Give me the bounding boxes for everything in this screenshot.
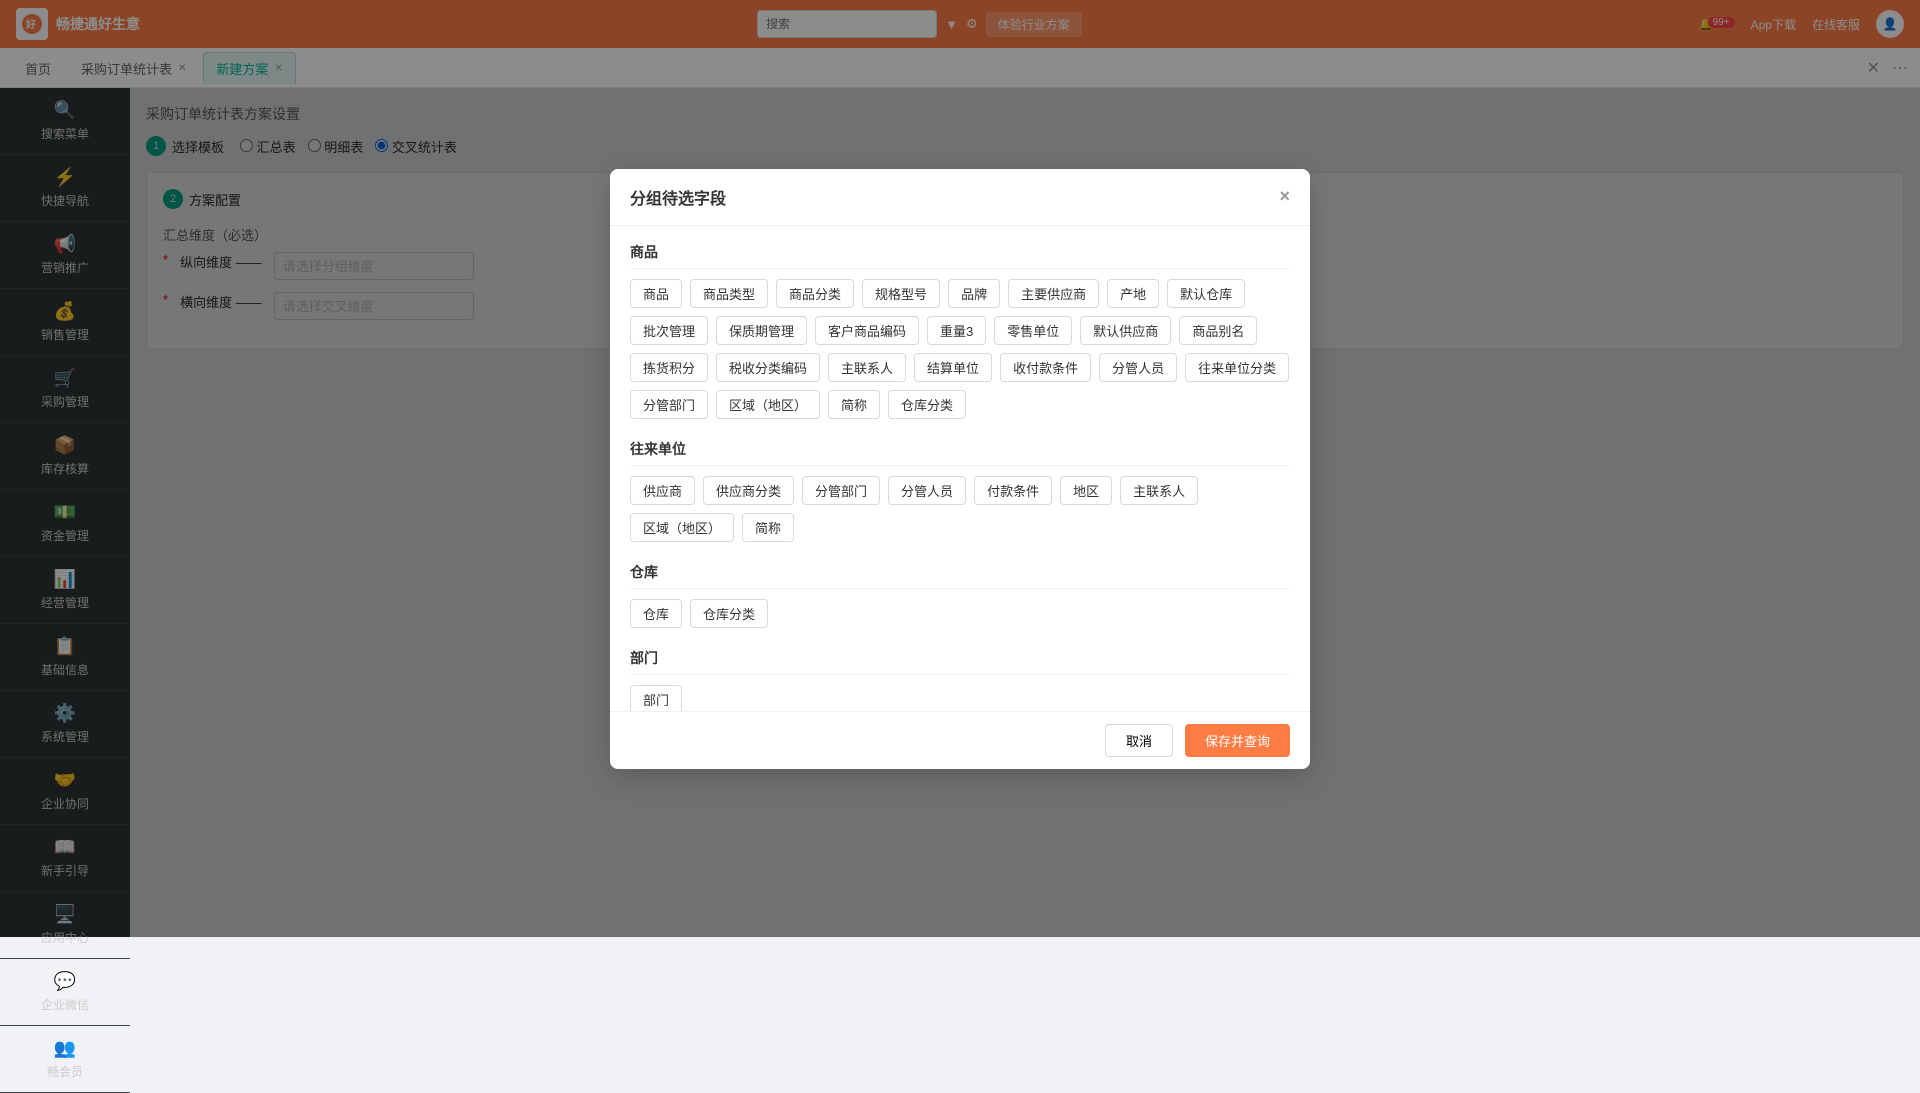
tag-goods-main-contact[interactable]: 主联系人 (828, 353, 906, 382)
modal-cancel-btn[interactable]: 取消 (1105, 724, 1173, 757)
section-goods-tags: 商品 商品类型 商品分类 规格型号 品牌 主要供应商 产地 默认仓库 批次管理 … (630, 279, 1290, 419)
tag-goods-manager[interactable]: 分管人员 (1099, 353, 1177, 382)
tag-partner-abbr[interactable]: 简称 (742, 513, 794, 542)
tag-goods-tax-code[interactable]: 税收分类编码 (716, 353, 820, 382)
section-dept-tags: 部门 (630, 685, 1290, 711)
tag-goods-default-warehouse[interactable]: 默认仓库 (1167, 279, 1245, 308)
tag-partner-region2[interactable]: 区域（地区） (630, 513, 734, 542)
modal-footer: 取消 保存并查询 (610, 711, 1310, 769)
tag-goods-quality[interactable]: 保质期管理 (716, 316, 807, 345)
tag-goods-retail-unit[interactable]: 零售单位 (994, 316, 1072, 345)
modal-body: 商品 商品 商品类型 商品分类 规格型号 品牌 主要供应商 产地 默认仓库 批次… (610, 226, 1310, 711)
tag-goods-origin[interactable]: 产地 (1107, 279, 1159, 308)
tag-goods-main-supplier[interactable]: 主要供应商 (1008, 279, 1099, 308)
sidebar-item-wechat[interactable]: 💬 企业微信 (0, 959, 130, 1026)
tag-partner-region[interactable]: 地区 (1060, 476, 1112, 505)
tag-goods-settlement-unit[interactable]: 结算单位 (914, 353, 992, 382)
tag-goods-weight[interactable]: 重量3 (927, 316, 986, 345)
tag-partner-contact[interactable]: 主联系人 (1120, 476, 1198, 505)
tag-goods-abbr[interactable]: 简称 (828, 390, 880, 419)
modal-header: 分组待选字段 × (610, 169, 1310, 226)
modal-field-select: 分组待选字段 × 商品 商品 商品类型 商品分类 规格型号 品牌 主要供应商 产… (610, 169, 1310, 769)
modal-title: 分组待选字段 (630, 185, 726, 209)
tag-goods-default-supplier[interactable]: 默认供应商 (1080, 316, 1171, 345)
tag-warehouse-cat[interactable]: 仓库分类 (690, 599, 768, 628)
tag-goods-batch[interactable]: 批次管理 (630, 316, 708, 345)
tag-goods-dept[interactable]: 分管部门 (630, 390, 708, 419)
tag-goods-product[interactable]: 商品 (630, 279, 682, 308)
tag-goods-partner-cat[interactable]: 往来单位分类 (1185, 353, 1289, 382)
tag-partner-payment[interactable]: 付款条件 (974, 476, 1052, 505)
tag-goods-payment-terms[interactable]: 收付款条件 (1000, 353, 1091, 382)
tag-goods-brand[interactable]: 品牌 (948, 279, 1000, 308)
section-warehouse: 仓库 仓库 仓库分类 (630, 562, 1290, 628)
section-warehouse-tags: 仓库 仓库分类 (630, 599, 1290, 628)
tag-partner-supplier-cat[interactable]: 供应商分类 (703, 476, 794, 505)
modal-confirm-btn[interactable]: 保存并查询 (1185, 724, 1290, 757)
modal-close-btn[interactable]: × (1279, 186, 1290, 207)
tag-goods-category[interactable]: 商品分类 (776, 279, 854, 308)
tag-warehouse-wh[interactable]: 仓库 (630, 599, 682, 628)
tag-dept-dept[interactable]: 部门 (630, 685, 682, 711)
tag-goods-wh-cat[interactable]: 仓库分类 (888, 390, 966, 419)
tag-goods-pick-score[interactable]: 拣货积分 (630, 353, 708, 382)
section-partner-title: 往来单位 (630, 439, 1290, 466)
section-goods: 商品 商品 商品类型 商品分类 规格型号 品牌 主要供应商 产地 默认仓库 批次… (630, 242, 1290, 419)
member-icon: 👥 (54, 1038, 76, 1059)
sidebar-item-member-label: 畅会员 (47, 1063, 83, 1080)
tag-goods-region[interactable]: 区域（地区） (716, 390, 820, 419)
section-warehouse-title: 仓库 (630, 562, 1290, 589)
tag-partner-dept[interactable]: 分管部门 (802, 476, 880, 505)
tag-partner-manager[interactable]: 分管人员 (888, 476, 966, 505)
section-goods-title: 商品 (630, 242, 1290, 269)
section-dept: 部门 部门 (630, 648, 1290, 711)
tag-goods-type[interactable]: 商品类型 (690, 279, 768, 308)
section-partner-tags: 供应商 供应商分类 分管部门 分管人员 付款条件 地区 主联系人 区域（地区） … (630, 476, 1290, 542)
tag-goods-spec[interactable]: 规格型号 (862, 279, 940, 308)
section-dept-title: 部门 (630, 648, 1290, 675)
sidebar-item-wechat-label: 企业微信 (41, 996, 89, 1013)
tag-goods-alias[interactable]: 商品别名 (1179, 316, 1257, 345)
modal-backdrop: 分组待选字段 × 商品 商品 商品类型 商品分类 规格型号 品牌 主要供应商 产… (0, 0, 1920, 937)
wechat-icon: 💬 (54, 971, 76, 992)
tag-goods-customer-code[interactable]: 客户商品编码 (815, 316, 919, 345)
tag-partner-supplier[interactable]: 供应商 (630, 476, 695, 505)
section-partner: 往来单位 供应商 供应商分类 分管部门 分管人员 付款条件 地区 主联系人 区域… (630, 439, 1290, 542)
sidebar-item-member[interactable]: 👥 畅会员 (0, 1026, 130, 1093)
